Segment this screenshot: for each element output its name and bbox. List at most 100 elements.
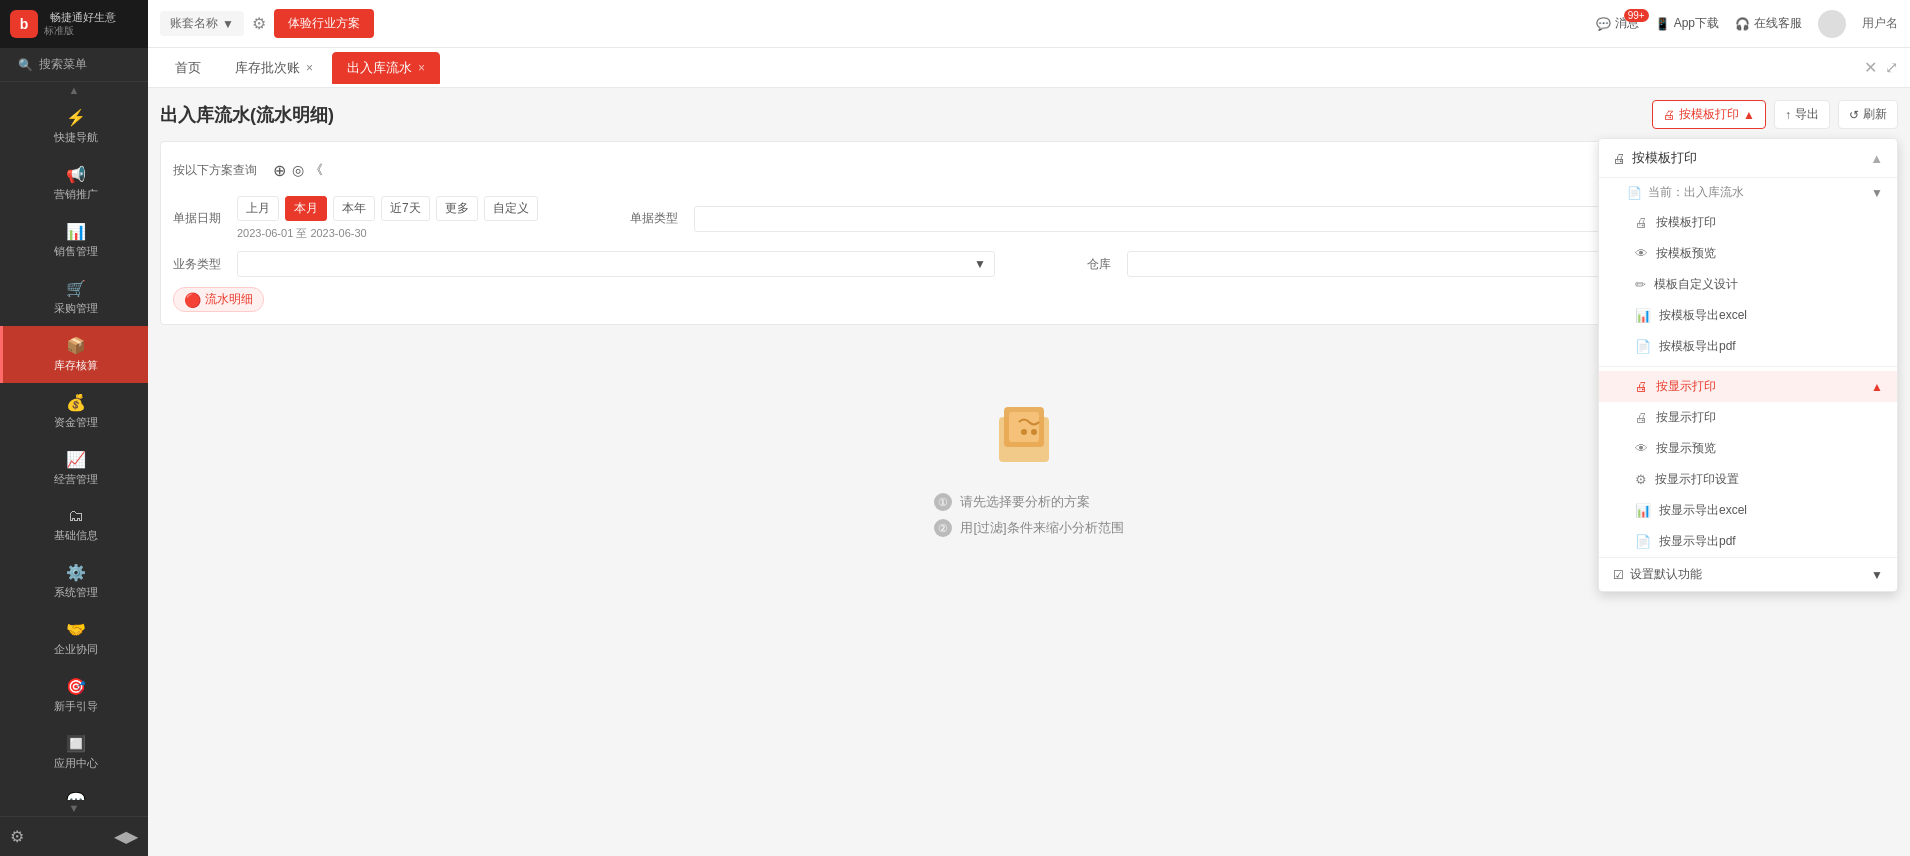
username-label: 用户名 [1862,15,1898,32]
date-buttons: 上月 本月 本年 近7天 更多 自定义 [237,196,538,221]
sidebar-item-marketing[interactable]: 📢 营销推广 [0,155,148,212]
date-btn-custom[interactable]: 自定义 [484,196,538,221]
sidebar-item-quicknav[interactable]: ⚡ 快捷导航 [0,98,148,155]
dropdown-display-print-section[interactable]: 🖨 按显示打印 ▲ [1599,371,1897,402]
date-btn-7days[interactable]: 近7天 [381,196,430,221]
dropdown-display-export-pdf[interactable]: 📄 按显示导出pdf [1599,526,1897,557]
filter-settings-icon[interactable]: ◎ [292,162,304,178]
service-button[interactable]: 🎧 在线客服 [1735,15,1802,32]
sidebar-item-operations[interactable]: 📈 经营管理 [0,440,148,497]
dropdown-title: 按模板打印 [1632,149,1697,167]
close-all-tabs-icon[interactable]: ✕ [1864,58,1877,77]
app-download-button[interactable]: 📱 App下载 [1655,15,1719,32]
filter-tag-label: 流水明细 [205,291,253,308]
dropdown-template-print[interactable]: 🖨 按模板打印 [1599,207,1897,238]
sidebar-item-sales[interactable]: 📊 销售管理 [0,212,148,269]
dropdown-display-print[interactable]: 🖨 按显示打印 [1599,402,1897,433]
logo-icon: b [10,10,38,38]
display-print-icon: 🖨 [1635,410,1648,425]
settings-icon[interactable]: ⚙ [10,827,24,846]
dropdown-collapse-icon[interactable]: ▲ [1870,151,1883,166]
display-export-pdf-icon: 📄 [1635,534,1651,549]
display-print-collapse-icon: ▲ [1871,380,1883,394]
step-num-1: ① [934,493,952,511]
refresh-button[interactable]: ↺ 刷新 [1838,100,1898,129]
sidebar-scroll-down[interactable]: ▼ [0,800,148,816]
dropdown-header: 🖨 按模板打印 ▲ [1599,139,1897,178]
dropdown-display-print-settings[interactable]: ⚙ 按显示打印设置 [1599,464,1897,495]
wechat-icon: 💬 [66,791,86,800]
dropdown-template-export-excel-label: 按模板导出excel [1659,307,1747,324]
print-dropdown-button[interactable]: 🖨 按模板打印 ▲ [1652,100,1766,129]
sidebar-item-label: 采购管理 [54,301,98,316]
dropdown-footer[interactable]: ☑ 设置默认功能 ▼ [1599,557,1897,591]
maximize-tab-icon[interactable]: ⤢ [1885,58,1898,77]
trial-button[interactable]: 体验行业方案 [274,9,374,38]
sidebar-item-wechat[interactable]: 💬 企业微信 [0,781,148,800]
sidebar-item-basics[interactable]: 🗂 基础信息 [0,497,148,553]
dropdown-display-print-section-label: 按显示打印 [1656,378,1716,395]
tab-inventory-flow-close[interactable]: × [418,61,425,75]
print-dropdown-panel: 🖨 按模板打印 ▲ 📄 当前：出入库流水 ▼ 🖨 按模板打印 👁 [1598,138,1898,592]
sidebar-item-label: 新手引导 [54,699,98,714]
collapse-sidebar-icon[interactable]: ◀▶ [114,827,138,846]
sidebar-item-finance[interactable]: 💰 资金管理 [0,383,148,440]
dropdown-template-customize[interactable]: ✏ 模板自定义设计 [1599,269,1897,300]
date-filter-label: 单据日期 [173,210,221,227]
print-dropdown-arrow-up: ▲ [1743,108,1755,122]
dropdown-display-export-pdf-label: 按显示导出pdf [1659,533,1736,550]
date-btn-this-month[interactable]: 本月 [285,196,327,221]
filter-add-icon[interactable]: ⊕ [273,161,286,180]
dropdown-display-export-excel[interactable]: 📊 按显示导出excel [1599,495,1897,526]
display-print-settings-icon: ⚙ [1635,472,1647,487]
biztype-select[interactable]: ▼ [237,251,995,277]
dropdown-template-preview[interactable]: 👁 按模板预览 [1599,238,1897,269]
sidebar-item-apps[interactable]: 🔲 应用中心 [0,724,148,781]
quicknav-icon: ⚡ [66,108,86,127]
tab-home[interactable]: 首页 [160,52,216,84]
sidebar-search[interactable]: 🔍 搜索菜单 [0,48,148,82]
logo-subtitle: 标准版 [44,24,116,38]
dropdown-template-print-label: 按模板打印 [1656,214,1716,231]
sidebar-scroll-up[interactable]: ▲ [0,82,148,98]
message-button[interactable]: 💬 消息 99+ [1596,15,1639,32]
sidebar-item-guide[interactable]: 🎯 新手引导 [0,667,148,724]
date-btn-this-year[interactable]: 本年 [333,196,375,221]
filter-tag-shuimingxi[interactable]: 🔴 流水明细 [173,287,264,312]
sidebar-item-label: 营销推广 [54,187,98,202]
breadcrumb-dropdown-icon: ▼ [222,17,234,31]
set-default-label: 设置默认功能 [1630,566,1702,583]
date-btn-last-month[interactable]: 上月 [237,196,279,221]
sidebar-item-inventory[interactable]: 📦 库存核算 [0,326,148,383]
template-print-icon: 🖨 [1635,215,1648,230]
tab-inventory-flow[interactable]: 出入库流水 × [332,52,440,84]
tab-inventory-batch[interactable]: 库存批次账 × [220,52,328,84]
step-2-text: 用[过滤]条件来缩小分析范围 [960,519,1123,537]
dropdown-display-print-label: 按显示打印 [1656,409,1716,426]
sidebar-item-purchase[interactable]: 🛒 采购管理 [0,269,148,326]
dropdown-template-export-excel[interactable]: 📊 按模板导出excel [1599,300,1897,331]
filter-collapse-icon[interactable]: 《 [310,161,323,179]
date-btn-more[interactable]: 更多 [436,196,478,221]
user-avatar[interactable] [1818,10,1846,38]
dropdown-template-export-pdf-label: 按模板导出pdf [1659,338,1736,355]
empty-illustration [989,397,1069,477]
display-preview-icon: 👁 [1635,441,1648,456]
account-breadcrumb[interactable]: 账套名称 ▼ [160,11,244,36]
sidebar-item-cooperation[interactable]: 🤝 企业协同 [0,610,148,667]
dropdown-template-export-pdf[interactable]: 📄 按模板导出pdf [1599,331,1897,362]
logo: b 畅捷通好生意 标准版 [0,0,148,48]
sidebar-item-system[interactable]: ⚙️ 系统管理 [0,553,148,610]
topbar-settings-icon[interactable]: ⚙ [252,14,266,33]
step-1-text: 请先选择要分析的方案 [960,493,1090,511]
sales-icon: 📊 [66,222,86,241]
tab-home-label: 首页 [175,59,201,77]
export-button[interactable]: ↑ 导出 [1774,100,1830,129]
tabs-bar: 首页 库存批次账 × 出入库流水 × ✕ ⤢ [148,48,1910,88]
tab-inventory-batch-close[interactable]: × [306,61,313,75]
print-icon: 🖨 [1663,108,1675,122]
dropdown-display-preview[interactable]: 👁 按显示预览 [1599,433,1897,464]
operations-icon: 📈 [66,450,86,469]
sidebar-item-label: 经营管理 [54,472,98,487]
guide-icon: 🎯 [66,677,86,696]
